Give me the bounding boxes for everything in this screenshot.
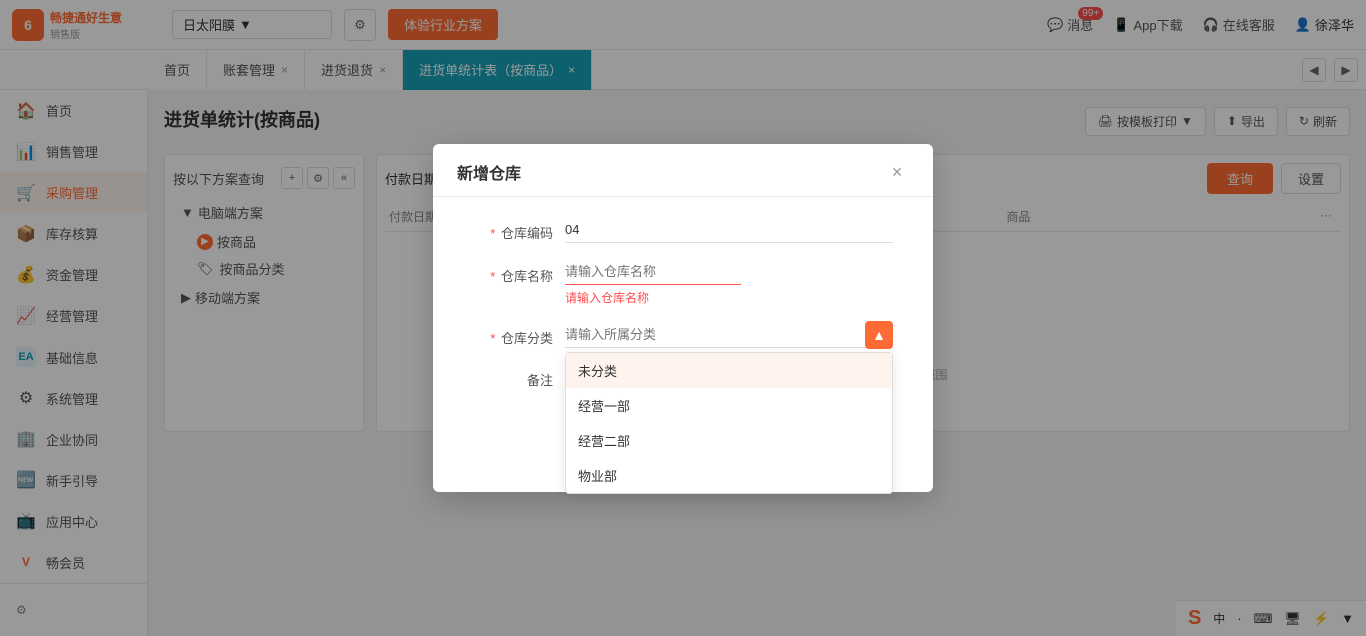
form-row-category: * 仓库分类 ▲ 未分类 经营一部 经营二部 物业部 xyxy=(473,322,893,348)
dropdown-item-3[interactable]: 物业部 xyxy=(566,458,892,493)
category-label: * 仓库分类 xyxy=(473,322,553,347)
dropdown-item-2[interactable]: 经营二部 xyxy=(566,423,892,458)
category-input[interactable] xyxy=(565,322,893,348)
name-input[interactable] xyxy=(565,259,741,285)
code-input[interactable] xyxy=(565,217,893,243)
modal-close-btn[interactable]: × xyxy=(885,160,909,184)
new-warehouse-modal: 新增仓库 × * 仓库编码 * 仓库名称 xyxy=(433,144,933,492)
form-row-name: * 仓库名称 请输入仓库名称 xyxy=(473,259,893,306)
category-dropdown: 未分类 经营一部 经营二部 物业部 xyxy=(565,352,893,494)
modal-body: * 仓库编码 * 仓库名称 请输入仓库名称 xyxy=(433,197,933,436)
modal-title: 新增仓库 xyxy=(457,160,521,184)
name-label: * 仓库名称 xyxy=(473,260,553,285)
modal-overlay[interactable]: 新增仓库 × * 仓库编码 * 仓库名称 xyxy=(0,0,1366,636)
form-row-code: * 仓库编码 xyxy=(473,217,893,243)
category-select-wrapper: ▲ 未分类 经营一部 经营二部 物业部 xyxy=(565,322,893,348)
modal-header: 新增仓库 × xyxy=(433,144,933,197)
note-label: 备注 xyxy=(473,364,553,389)
code-label: * 仓库编码 xyxy=(473,217,553,242)
category-arrow-btn[interactable]: ▲ xyxy=(865,321,893,349)
dropdown-item-1[interactable]: 经营一部 xyxy=(566,388,892,423)
dropdown-item-0[interactable]: 未分类 xyxy=(566,353,892,388)
name-error-msg: 请输入仓库名称 xyxy=(565,289,649,306)
